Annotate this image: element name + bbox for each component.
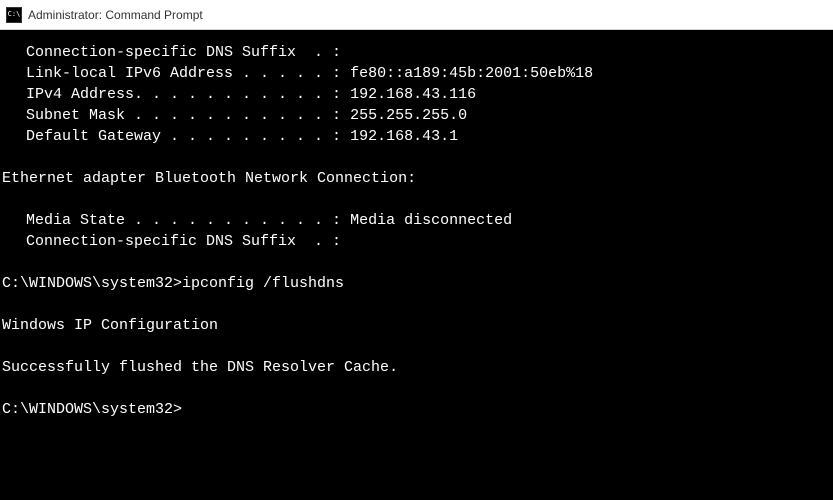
prompt-command-1: ipconfig /flushdns [182, 275, 344, 292]
ipv4-label: IPv4 Address. . . . . . . . . . . : [26, 86, 341, 103]
command-prompt-window: Administrator: Command Prompt Connection… [0, 0, 833, 500]
gateway-line: Default Gateway . . . . . . . . . : 192.… [2, 126, 833, 147]
ipv4-line: IPv4 Address. . . . . . . . . . . : 192.… [2, 84, 833, 105]
blank-line [2, 294, 833, 315]
media-state-label: Media State . . . . . . . . . . . : [26, 212, 341, 229]
dns-suffix-line: Connection-specific DNS Suffix . : [2, 42, 833, 63]
gateway-label: Default Gateway . . . . . . . . . : [26, 128, 341, 145]
dns-suffix-label-2: Connection-specific DNS Suffix . : [26, 233, 341, 250]
dns-suffix-label: Connection-specific DNS Suffix . : [26, 44, 341, 61]
media-state-value: Media disconnected [341, 212, 512, 229]
command-line-1: C:\WINDOWS\system32>ipconfig /flushdns [2, 273, 833, 294]
command-prompt-icon [6, 7, 22, 23]
blank-line [2, 336, 833, 357]
adapter-header: Ethernet adapter Bluetooth Network Conne… [2, 168, 833, 189]
media-state-line: Media State . . . . . . . . . . . : Medi… [2, 210, 833, 231]
blank-line [2, 189, 833, 210]
ipv4-value: 192.168.43.116 [341, 86, 476, 103]
ipv6-label: Link-local IPv6 Address . . . . . : [26, 65, 341, 82]
title-bar[interactable]: Administrator: Command Prompt [0, 0, 833, 30]
dns-suffix-line-2: Connection-specific DNS Suffix . : [2, 231, 833, 252]
subnet-value: 255.255.255.0 [341, 107, 467, 124]
window-title: Administrator: Command Prompt [28, 8, 203, 22]
blank-line [2, 252, 833, 273]
prompt-path-1: C:\WINDOWS\system32> [2, 275, 182, 292]
subnet-line: Subnet Mask . . . . . . . . . . . : 255.… [2, 105, 833, 126]
ipv6-value: fe80::a189:45b:2001:50eb%18 [341, 65, 593, 82]
output-result: Successfully flushed the DNS Resolver Ca… [2, 357, 833, 378]
blank-line [2, 147, 833, 168]
prompt-path-2: C:\WINDOWS\system32> [2, 401, 182, 418]
command-line-2: C:\WINDOWS\system32> [2, 399, 833, 420]
blank-line [2, 378, 833, 399]
gateway-value: 192.168.43.1 [341, 128, 458, 145]
output-header: Windows IP Configuration [2, 315, 833, 336]
ipv6-line: Link-local IPv6 Address . . . . . : fe80… [2, 63, 833, 84]
terminal-output[interactable]: Connection-specific DNS Suffix . : Link-l… [0, 30, 833, 500]
subnet-label: Subnet Mask . . . . . . . . . . . : [26, 107, 341, 124]
